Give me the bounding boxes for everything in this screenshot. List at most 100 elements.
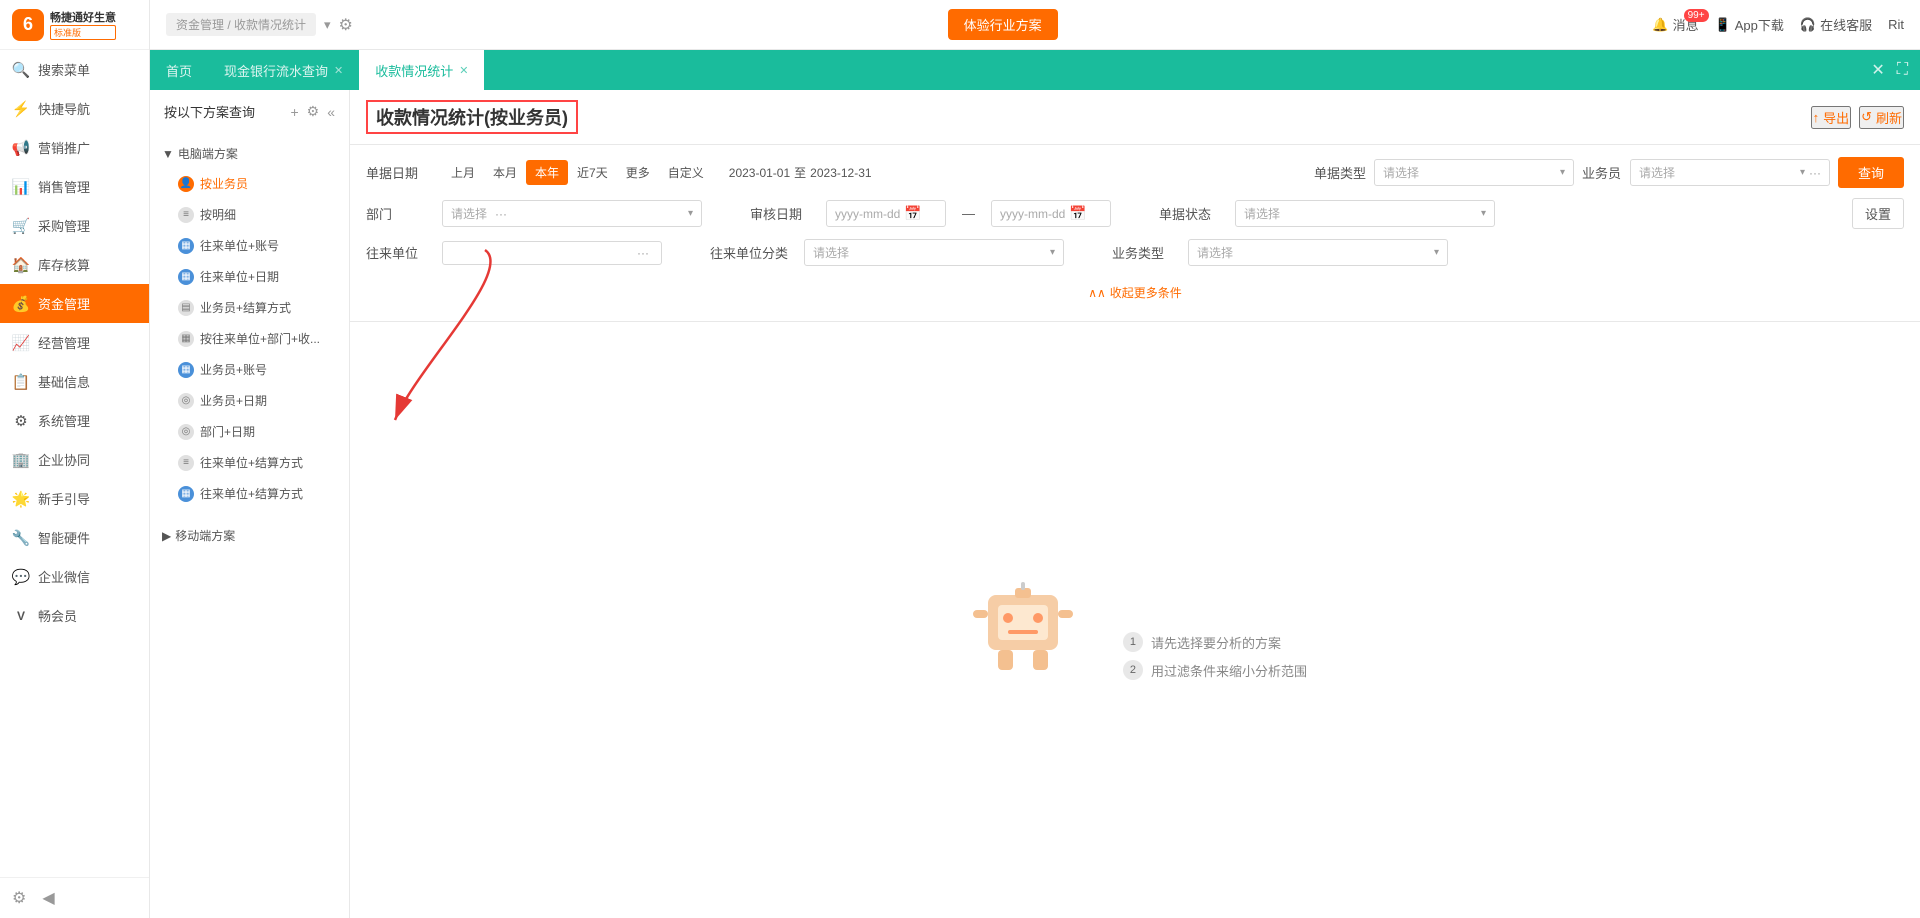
sidebar-item-guide[interactable]: 🌟 新手引导 (0, 479, 149, 518)
tree-desktop-group[interactable]: ▼ 电脑端方案 (150, 139, 349, 168)
sidebar-item-warehouse[interactable]: 🏠 库存核算 (0, 245, 149, 284)
breadcrumb-dropdown-icon[interactable]: ▾ (324, 17, 331, 33)
sidebar-item-label: 基础信息 (38, 372, 90, 391)
filter-panel-header: 按以下方案查询 + ⚙ « (150, 90, 349, 133)
tree-mobile-group[interactable]: ▶ 移动端方案 (150, 521, 349, 550)
date-preset-last-month[interactable]: 上月 (442, 160, 484, 185)
window-close-icon[interactable]: ✕ (1871, 60, 1884, 80)
robot-svg (963, 560, 1083, 680)
trial-button[interactable]: 体验行业方案 (948, 9, 1058, 40)
tab-home[interactable]: 首页 (150, 50, 208, 90)
bank-flow-tab-label: 现金银行流水查询 (224, 61, 328, 80)
window-maximize-icon[interactable]: ⛶ (1897, 61, 1908, 79)
date-preset-custom[interactable]: 自定义 (659, 160, 713, 185)
notification-bell[interactable]: 🔔 消息 99+ (1652, 15, 1698, 34)
date-preset-this-month[interactable]: 本月 (484, 160, 526, 185)
doc-status-select[interactable]: 请选择 ▾ (1235, 200, 1495, 227)
counterparty-type-select[interactable]: 请选择 ▾ (804, 239, 1064, 266)
salesperson-more-icon[interactable]: ··· (1809, 166, 1821, 180)
tree-item-by-salesperson[interactable]: 👤 按业务员 (150, 168, 349, 199)
dept-select[interactable]: 请选择 ··· ▾ (442, 200, 702, 227)
sidebar-item-label: 库存核算 (38, 255, 90, 274)
review-date-from-input[interactable]: yyyy-mm-dd 📅 (826, 200, 946, 227)
tab-collection-stats[interactable]: 收款情况统计 ✕ (359, 50, 484, 90)
sidebar-item-system[interactable]: ⚙ 系统管理 (0, 401, 149, 440)
header-right: 🔔 消息 99+ 📱 App下载 🎧 在线客服 Rit (1652, 15, 1904, 34)
collapse-panel-icon[interactable]: « (327, 104, 335, 120)
add-filter-icon[interactable]: + (290, 104, 298, 120)
bank-flow-tab-close[interactable]: ✕ (334, 64, 343, 77)
sidebar-item-label: 新手引导 (38, 489, 90, 508)
business-type-select[interactable]: 请选择 ▾ (1188, 239, 1448, 266)
dept-more-icon[interactable]: ··· (495, 207, 507, 221)
purchase-icon: 🛒 (12, 217, 30, 235)
counterparty-more-icon[interactable]: ··· (637, 246, 649, 260)
date-preset-this-year[interactable]: 本年 (526, 160, 568, 185)
tree-item-by-detail[interactable]: ≡ 按明细 (150, 199, 349, 230)
header-settings-icon[interactable]: ⚙ (339, 15, 353, 35)
tree-item-label: 业务员+结算方式 (200, 299, 291, 316)
tree-item-icon-detail: ≡ (178, 207, 194, 223)
sidebar-item-marketing[interactable]: 📢 营销推广 (0, 128, 149, 167)
review-date-from-calendar-icon[interactable]: 📅 (904, 205, 921, 222)
user-avatar[interactable]: Rit (1888, 17, 1904, 32)
salesperson-select[interactable]: 请选择 ▾ ··· (1630, 159, 1830, 186)
sidebar-item-label: 营销推广 (38, 138, 90, 157)
review-date-to-input[interactable]: yyyy-mm-dd 📅 (991, 200, 1111, 227)
sidebar-item-hardware[interactable]: 🔧 智能硬件 (0, 518, 149, 557)
settings-button[interactable]: 设置 (1852, 198, 1904, 229)
export-button[interactable]: ↑ 导出 (1811, 106, 1852, 129)
sidebar-item-wechat[interactable]: 💬 企业微信 (0, 557, 149, 596)
query-button[interactable]: 查询 (1838, 157, 1904, 188)
refresh-button[interactable]: ↺ 刷新 (1859, 106, 1904, 129)
online-service-link[interactable]: 🎧 在线客服 (1800, 15, 1872, 34)
collapse-sidebar-icon[interactable]: ◀ (42, 888, 54, 908)
app-download-link[interactable]: 📱 App下载 (1715, 15, 1784, 34)
tree-item-salesperson-settle[interactable]: ▤ 业务员+结算方式 (150, 292, 349, 323)
sidebar-item-operation[interactable]: 📈 经营管理 (0, 323, 149, 362)
doc-type-dropdown-icon: ▾ (1560, 167, 1565, 178)
sidebar-item-purchase[interactable]: 🛒 采购管理 (0, 206, 149, 245)
sidebar-item-label: 系统管理 (38, 411, 90, 430)
review-date-to-placeholder: yyyy-mm-dd (1000, 207, 1065, 221)
tree-item-salesperson-date[interactable]: ◎ 业务员+日期 (150, 385, 349, 416)
finance-icon: 💰 (12, 295, 30, 313)
sidebar-item-basic[interactable]: 📋 基础信息 (0, 362, 149, 401)
counterparty-input[interactable]: ··· (442, 241, 662, 265)
sidebar-item-member[interactable]: V 畅会员 (0, 596, 149, 635)
sidebar-item-finance[interactable]: 💰 资金管理 (0, 284, 149, 323)
collection-stats-tab-close[interactable]: ✕ (459, 64, 468, 77)
user-name: Rit (1888, 17, 1904, 32)
sidebar-item-search[interactable]: 🔍 搜索菜单 (0, 50, 149, 89)
tree-item-icon-unit-settle: ≡ (178, 455, 194, 471)
step-1-num: 1 (1123, 632, 1143, 652)
tree-item-salesperson-account[interactable]: ▦ 业务员+账号 (150, 354, 349, 385)
collapse-icon: ∧∧ (1088, 286, 1106, 300)
collapse-filter-button[interactable]: ∧∧ 收起更多条件 (366, 276, 1904, 309)
filter-row-2: 部门 请选择 ··· ▾ 审核日期 yyyy-mm-dd 📅 — yyyy-mm… (366, 198, 1904, 229)
tree-item-label: 往来单位+结算方式 (200, 485, 303, 502)
sidebar-item-quick-nav[interactable]: ⚡ 快捷导航 (0, 89, 149, 128)
tree-item-unit-date[interactable]: ▦ 往来单位+日期 (150, 261, 349, 292)
date-preset-more[interactable]: 更多 (617, 160, 659, 185)
sidebar-item-corp[interactable]: 🏢 企业协同 (0, 440, 149, 479)
tree-item-dept-date[interactable]: ◎ 部门+日期 (150, 416, 349, 447)
tree-item-unit-settle[interactable]: ≡ 往来单位+结算方式 (150, 447, 349, 478)
date-preset-7days[interactable]: 近7天 (568, 160, 617, 185)
filter-area: 单据日期 上月 本月 本年 近7天 更多 自定义 2023-01-01 至 20… (350, 145, 1920, 322)
sidebar-item-sales[interactable]: 📊 销售管理 (0, 167, 149, 206)
doc-status-label: 单据状态 (1159, 204, 1219, 223)
tree-item-unit-account[interactable]: ▦ 往来单位+账号 (150, 230, 349, 261)
tree-item-unit-settle2[interactable]: ▦ 往来单位+结算方式 (150, 478, 349, 509)
salesperson-dropdown-icon: ▾ (1800, 167, 1805, 178)
corp-icon: 🏢 (12, 451, 30, 469)
tree-item-unit-dept-collect[interactable]: ▦ 按往来单位+部门+收... (150, 323, 349, 354)
settings-bottom-icon[interactable]: ⚙ (12, 888, 26, 908)
doc-type-select[interactable]: 请选择 ▾ (1374, 159, 1574, 186)
review-date-to-calendar-icon[interactable]: 📅 (1069, 205, 1086, 222)
sidebar-bottom: ⚙ ◀ (0, 877, 149, 918)
empty-state: 1 请先选择要分析的方案 2 用过滤条件来缩小分析范围 (350, 322, 1920, 918)
tab-bank-flow[interactable]: 现金银行流水查询 ✕ (208, 50, 359, 90)
filter-settings-icon[interactable]: ⚙ (307, 103, 320, 120)
review-date-from-placeholder: yyyy-mm-dd (835, 207, 900, 221)
